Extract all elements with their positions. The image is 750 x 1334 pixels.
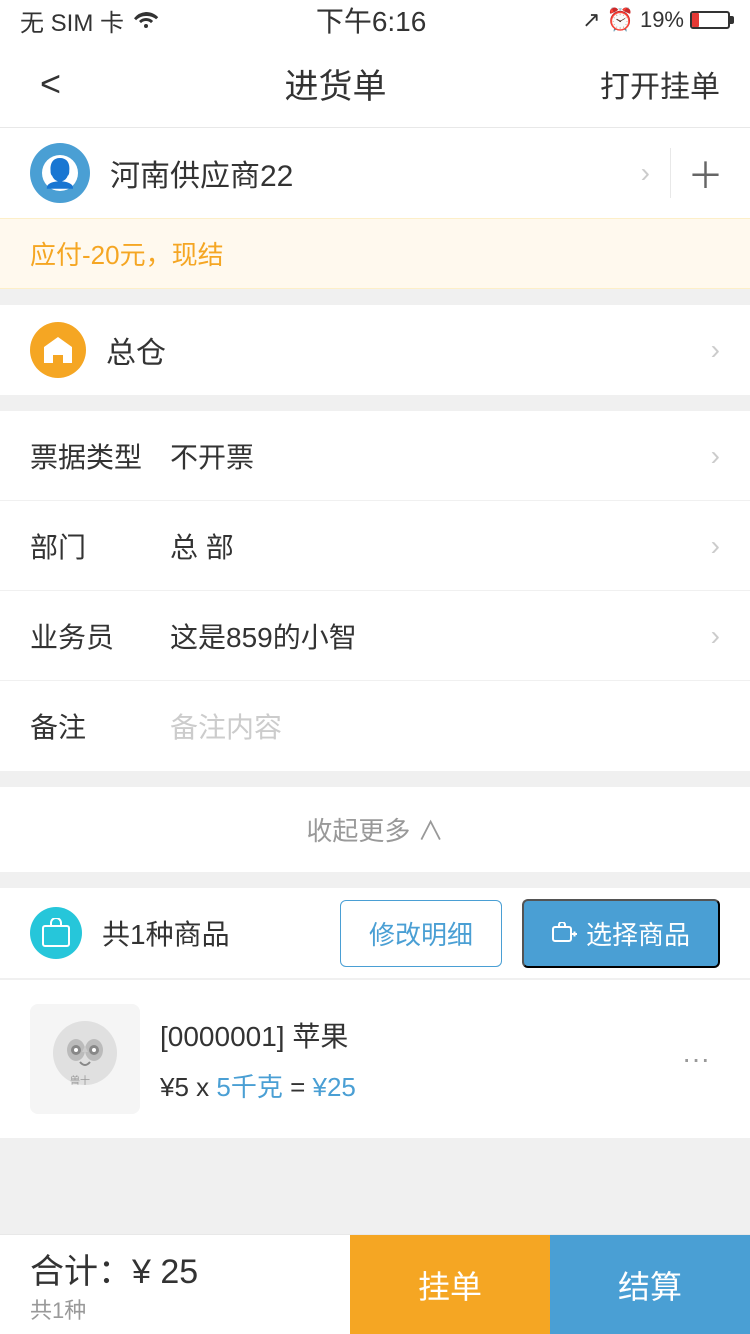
product-header: 共1种商品 修改明细 选择商品: [0, 888, 750, 978]
footer-total: 合计：¥ 25 共1种: [0, 1235, 350, 1334]
status-left: 无 SIM 卡: [20, 3, 160, 38]
person-icon: 👤: [43, 157, 78, 190]
back-button[interactable]: <: [30, 53, 71, 115]
nav-bar: < 进货单 打开挂单: [0, 40, 750, 128]
total-amount: ¥ 25: [132, 1253, 198, 1291]
warehouse-row[interactable]: 总仓 ›: [0, 305, 750, 395]
open-hang-button[interactable]: 打开挂单: [600, 62, 720, 106]
checkout-button[interactable]: 结算: [550, 1235, 750, 1334]
sales-label: 业务员: [30, 616, 170, 656]
remark-label: 备注: [30, 706, 170, 746]
content: 👤 河南供应商22 › ＋ 应付-20元，现结 总仓 › 票据类型 不开票 ›: [0, 128, 750, 1138]
footer: 合计：¥ 25 共1种 挂单 结算: [0, 1234, 750, 1334]
edit-detail-button[interactable]: 修改明细: [340, 900, 502, 967]
supplier-row[interactable]: 👤 河南供应商22 › ＋: [0, 128, 750, 218]
supplier-chevron-icon: ›: [641, 157, 650, 189]
supplier-card: 👤 河南供应商22 › ＋ 应付-20元，现结: [0, 128, 750, 289]
dept-chevron-icon: ›: [711, 530, 720, 562]
checkout-label: 结算: [618, 1262, 682, 1308]
warehouse-chevron-icon: ›: [711, 334, 720, 366]
alarm-icon: ⏰: [607, 7, 634, 33]
status-time: 下午6:16: [316, 0, 427, 40]
hang-label: 挂单: [418, 1262, 482, 1308]
location-icon: ↗: [582, 7, 600, 33]
product-owl-icon: 兽十: [50, 1018, 120, 1100]
status-bar: 无 SIM 卡 下午6:16 ↗ ⏰ 19%: [0, 0, 750, 40]
equals-sign: =: [290, 1072, 312, 1102]
product-item: 兽十 [0000001] 苹果 ¥5 x 5千克 = ¥25 ···: [0, 980, 750, 1138]
collapse-label: 收起更多 ∧: [306, 811, 443, 848]
invoice-row[interactable]: 票据类型 不开票 ›: [0, 411, 750, 501]
footer-total-count: 共1种: [30, 1293, 320, 1325]
product-thumbnail: 兽十: [30, 1004, 140, 1114]
battery-icon: [690, 11, 730, 29]
supplier-name: 河南供应商22: [110, 151, 641, 195]
remark-row[interactable]: 备注 备注内容: [0, 681, 750, 771]
sales-value: 这是859的小智: [170, 616, 711, 656]
select-product-button[interactable]: 选择商品: [522, 899, 720, 968]
footer-total-amount: 合计：¥ 25: [30, 1244, 320, 1293]
product-count-text: 共1种商品: [102, 913, 320, 953]
warehouse-card: 总仓 ›: [0, 305, 750, 395]
battery-percent: 19%: [640, 7, 684, 33]
product-name: [0000001] 苹果: [160, 1015, 672, 1055]
wifi-icon: [132, 6, 160, 35]
dept-value: 总 部: [170, 526, 711, 566]
product-count-icon: [30, 907, 82, 959]
product-title: 苹果: [292, 1021, 348, 1052]
supplier-avatar: 👤: [30, 143, 90, 203]
remark-placeholder: 备注内容: [170, 706, 720, 746]
hang-button[interactable]: 挂单: [350, 1235, 550, 1334]
warehouse-icon: [30, 322, 86, 378]
invoice-value: 不开票: [170, 436, 711, 476]
dept-row[interactable]: 部门 总 部 ›: [0, 501, 750, 591]
dept-label: 部门: [30, 526, 170, 566]
invoice-chevron-icon: ›: [711, 440, 720, 472]
invoice-label: 票据类型: [30, 436, 170, 476]
quantity: 5千克: [216, 1072, 282, 1102]
add-button[interactable]: ＋: [670, 148, 720, 198]
product-code: [0000001]: [160, 1021, 292, 1052]
svg-text:兽十: 兽十: [70, 1074, 90, 1087]
collapse-bar[interactable]: 收起更多 ∧: [0, 787, 750, 872]
total-label: 合计：: [30, 1253, 132, 1291]
total-price: ¥25: [313, 1072, 356, 1102]
form-card: 票据类型 不开票 › 部门 总 部 › 业务员 这是859的小智 › 备注 备注…: [0, 411, 750, 771]
warehouse-name: 总仓: [106, 328, 711, 372]
supplier-notice: 应付-20元，现结: [0, 218, 750, 289]
page-title: 进货单: [285, 59, 387, 108]
unit-price: ¥5 x: [160, 1072, 216, 1102]
sales-row[interactable]: 业务员 这是859的小智 ›: [0, 591, 750, 681]
select-product-label: 选择商品: [586, 915, 690, 952]
more-options-button[interactable]: ···: [672, 1033, 720, 1085]
product-price: ¥5 x 5千克 = ¥25: [160, 1067, 672, 1104]
status-right: ↗ ⏰ 19%: [582, 7, 730, 33]
carrier-text: 无 SIM 卡: [20, 3, 124, 38]
product-info: [0000001] 苹果 ¥5 x 5千克 = ¥25: [160, 1015, 672, 1104]
sales-chevron-icon: ›: [711, 620, 720, 652]
